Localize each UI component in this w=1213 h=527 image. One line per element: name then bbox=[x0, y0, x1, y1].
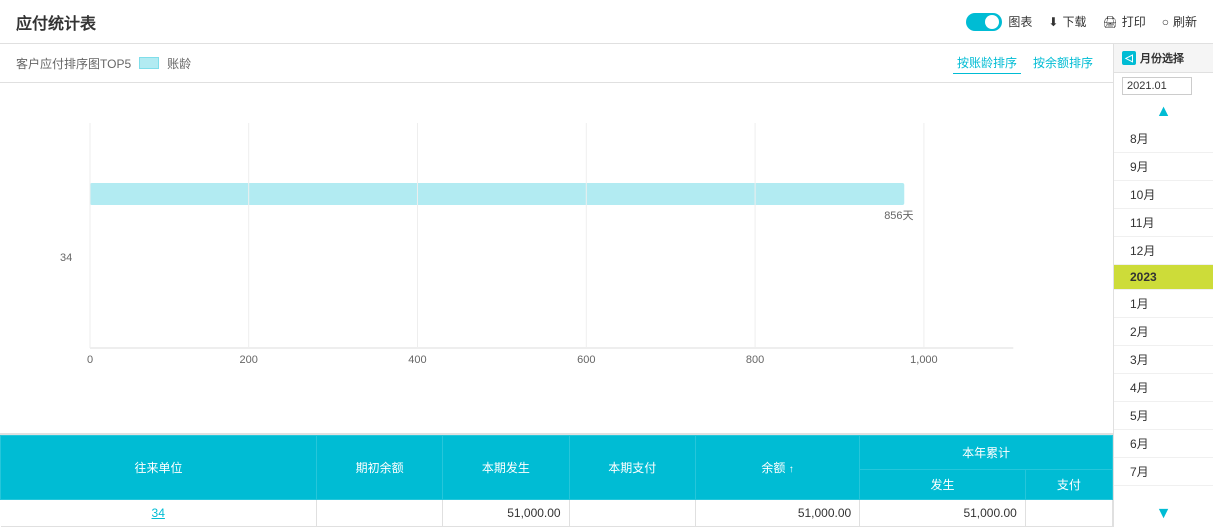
sidebar-month-oct[interactable]: 10月 bbox=[1114, 181, 1213, 209]
col-current-pay: 本期支付 bbox=[569, 436, 695, 500]
chart-toggle[interactable] bbox=[966, 13, 1002, 31]
svg-text:600: 600 bbox=[577, 354, 595, 366]
svg-text:200: 200 bbox=[239, 354, 257, 366]
svg-text:400: 400 bbox=[408, 354, 426, 366]
header: 应付统计表 图表 ⬇ 下载 🖨 打印 ○ 刷新 bbox=[0, 0, 1213, 44]
chart-area: 34 856天 0 200 400 600 800 1,000 bbox=[0, 83, 1113, 433]
cell-ytd-occur: 51,000.00 bbox=[860, 500, 1026, 527]
refresh-button[interactable]: ○ 刷新 bbox=[1162, 13, 1197, 30]
svg-text:1,000: 1,000 bbox=[910, 354, 938, 366]
col-ytd-group: 本年累计 bbox=[860, 436, 1113, 470]
svg-text:800: 800 bbox=[746, 354, 764, 366]
print-icon: 🖨 bbox=[1102, 15, 1117, 29]
sidebar-month-jun[interactable]: 6月 bbox=[1114, 430, 1213, 458]
refresh-icon: ○ bbox=[1162, 15, 1169, 29]
chart-legend: 客户应付排序图TOP5 账龄 bbox=[16, 55, 191, 72]
sidebar-header: ◁ 月份选择 bbox=[1114, 44, 1213, 73]
sidebar-month-dec[interactable]: 12月 bbox=[1114, 237, 1213, 265]
col-ytd-occur: 发生 bbox=[860, 470, 1026, 500]
bar-fill bbox=[90, 183, 904, 205]
cell-ytd-pay bbox=[1025, 500, 1112, 527]
chart-sort-buttons: 按账龄排序 按余额排序 bbox=[953, 52, 1097, 74]
sidebar-month-may[interactable]: 5月 bbox=[1114, 402, 1213, 430]
chart-toggle-wrap: 图表 bbox=[966, 13, 1032, 31]
cell-balance: 51,000.00 bbox=[695, 500, 859, 527]
sort-by-balance-button[interactable]: 按余额排序 bbox=[1029, 52, 1097, 74]
sidebar-month-sep[interactable]: 9月 bbox=[1114, 153, 1213, 181]
download-label: 下载 bbox=[1062, 13, 1086, 30]
print-button[interactable]: 🖨 打印 bbox=[1102, 13, 1145, 30]
legend-box-label: 账龄 bbox=[167, 55, 191, 72]
legend-text: 客户应付排序图TOP5 bbox=[16, 55, 131, 72]
chart-controls: 客户应付排序图TOP5 账龄 按账龄排序 按余额排序 bbox=[0, 44, 1113, 83]
col-opening: 期初余额 bbox=[316, 436, 442, 500]
col-current-occur: 本期发生 bbox=[443, 436, 569, 500]
download-icon: ⬇ bbox=[1048, 15, 1058, 29]
table-section: 往来单位 期初余额 本期发生 本期支付 余额 ↑ 本年累计 发生 bbox=[0, 433, 1113, 527]
sidebar-year-input[interactable] bbox=[1122, 77, 1192, 95]
bar-chart-svg: 34 856天 0 200 400 600 800 1,000 bbox=[60, 93, 1053, 393]
sidebar-header-label: 月份选择 bbox=[1140, 50, 1184, 66]
legend-box bbox=[139, 57, 159, 69]
sidebar-month-jan[interactable]: 1月 bbox=[1114, 290, 1213, 318]
main-container: 应付统计表 图表 ⬇ 下载 🖨 打印 ○ 刷新 bbox=[0, 0, 1213, 527]
sidebar-month-nov[interactable]: 11月 bbox=[1114, 209, 1213, 237]
header-actions: 图表 ⬇ 下载 🖨 打印 ○ 刷新 bbox=[966, 13, 1197, 31]
cell-current-pay bbox=[569, 500, 695, 527]
balance-sort-icon[interactable]: ↑ bbox=[789, 464, 794, 475]
content-area: 客户应付排序图TOP5 账龄 按账龄排序 按余额排序 34 856天 bbox=[0, 44, 1213, 527]
sidebar-collapse-icon[interactable]: ◁ bbox=[1122, 51, 1136, 65]
chart-section: 客户应付排序图TOP5 账龄 按账龄排序 按余额排序 34 856天 bbox=[0, 44, 1113, 527]
download-button[interactable]: ⬇ 下载 bbox=[1048, 13, 1086, 30]
col-balance: 余额 ↑ bbox=[695, 436, 859, 500]
sidebar-month-aug[interactable]: 8月 bbox=[1114, 125, 1213, 153]
bar-end-label: 856天 bbox=[884, 210, 913, 222]
table-row: 34 51,000.00 51,000.00 51,000.00 bbox=[1, 500, 1113, 527]
right-sidebar: ◁ 月份选择 ▲ 8月 9月 10月 11月 12月 2023 1月 2月 3月… bbox=[1113, 44, 1213, 527]
data-table: 往来单位 期初余额 本期发生 本期支付 余额 ↑ 本年累计 发生 bbox=[0, 435, 1113, 527]
bar-y-label: 34 bbox=[60, 252, 72, 264]
sidebar-month-feb[interactable]: 2月 bbox=[1114, 318, 1213, 346]
cell-current-occur: 51,000.00 bbox=[443, 500, 569, 527]
sidebar-month-jul[interactable]: 7月 bbox=[1114, 458, 1213, 486]
sidebar-month-apr[interactable]: 4月 bbox=[1114, 374, 1213, 402]
cell-unit[interactable]: 34 bbox=[1, 500, 317, 527]
table-header-row: 往来单位 期初余额 本期发生 本期支付 余额 ↑ 本年累计 bbox=[1, 436, 1113, 470]
sort-by-age-button[interactable]: 按账龄排序 bbox=[953, 52, 1021, 74]
page-title: 应付统计表 bbox=[16, 10, 96, 34]
sidebar-down-button[interactable]: ▼ bbox=[1114, 501, 1213, 527]
sidebar-month-list: 8月 9月 10月 11月 12月 2023 1月 2月 3月 4月 5月 6月… bbox=[1114, 125, 1213, 501]
sidebar-up-button[interactable]: ▲ bbox=[1114, 99, 1213, 125]
chart-toggle-label: 图表 bbox=[1008, 13, 1032, 30]
svg-text:0: 0 bbox=[87, 354, 93, 366]
col-unit: 往来单位 bbox=[1, 436, 317, 500]
sidebar-year-2023[interactable]: 2023 bbox=[1114, 265, 1213, 290]
sidebar-month-mar[interactable]: 3月 bbox=[1114, 346, 1213, 374]
print-label: 打印 bbox=[1122, 13, 1146, 30]
cell-opening bbox=[316, 500, 442, 527]
refresh-label: 刷新 bbox=[1173, 13, 1197, 30]
col-ytd-pay: 支付 bbox=[1025, 470, 1112, 500]
